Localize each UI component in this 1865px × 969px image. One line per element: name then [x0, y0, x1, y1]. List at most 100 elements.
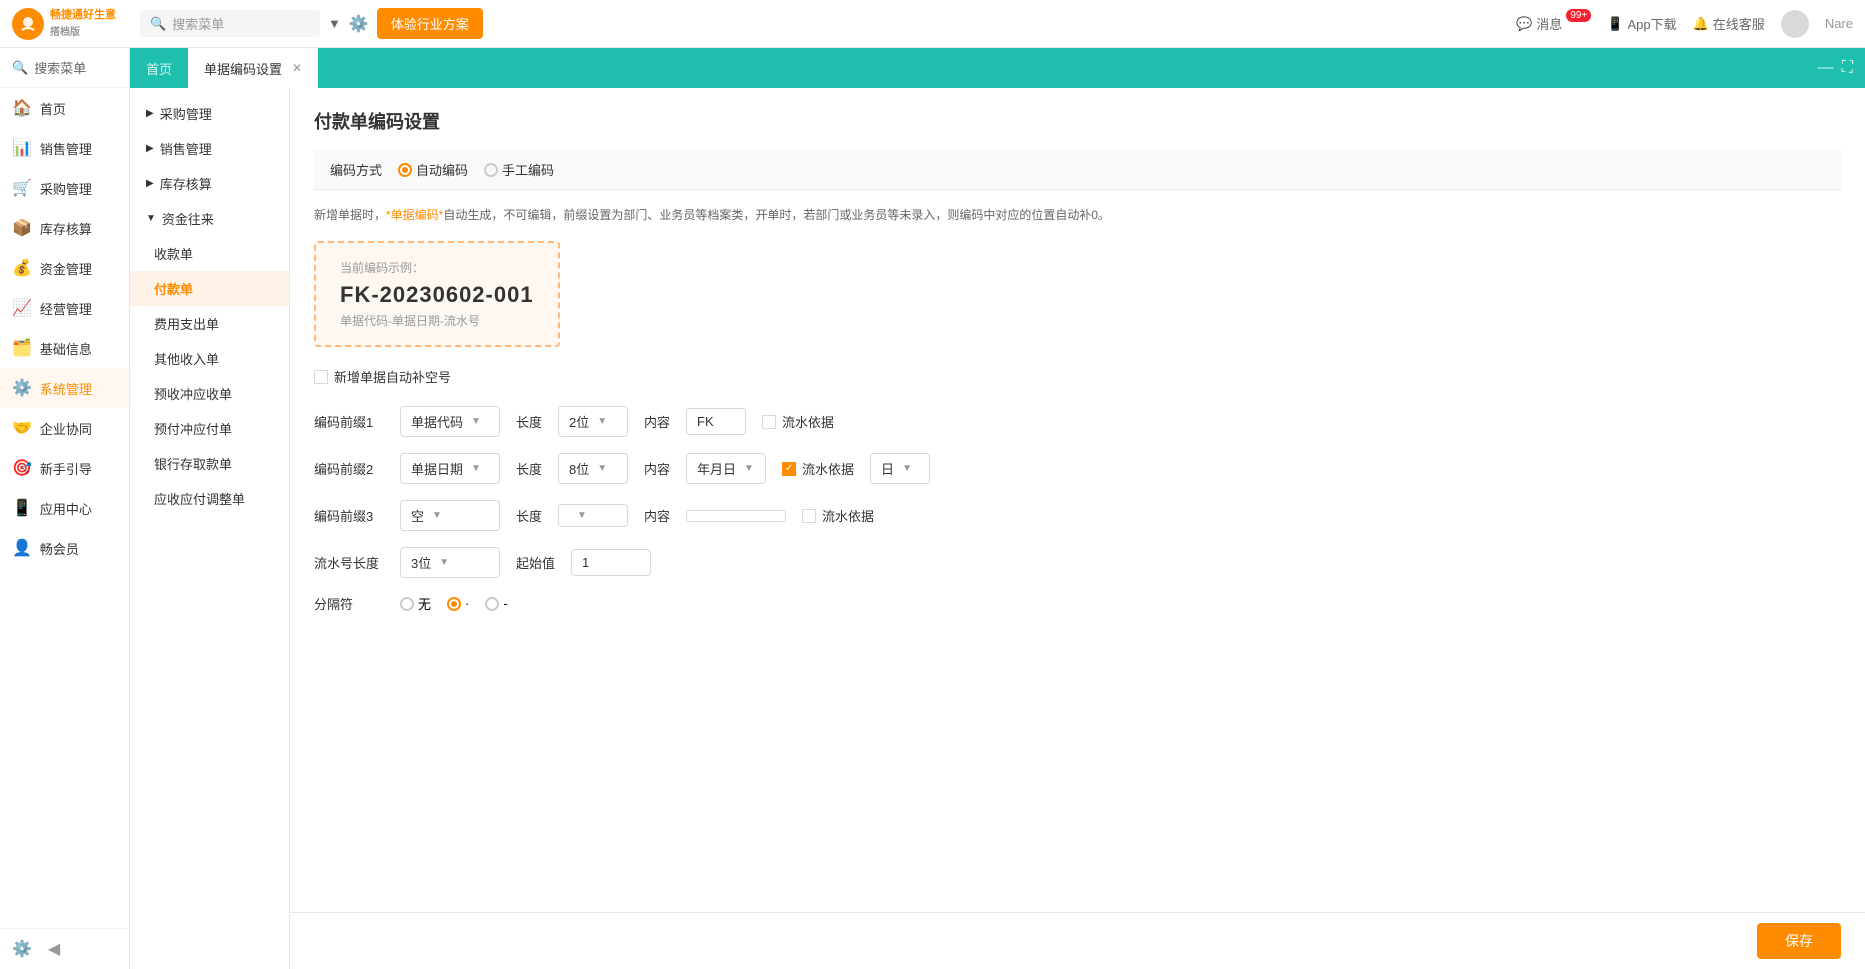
- prefix2-length-select[interactable]: 8位 ▼: [558, 453, 628, 484]
- auto-fill-checkbox[interactable]: [314, 370, 328, 384]
- sidebar-collapse-icon[interactable]: ◀: [48, 939, 60, 959]
- prefix1-length-value: 2位: [569, 412, 589, 431]
- code-preview-value: FK-20230602-001: [340, 282, 534, 308]
- sub-sidebar-sales-group[interactable]: ▶ 销售管理: [130, 131, 289, 166]
- settings-bottom-icon[interactable]: ⚙️: [12, 939, 32, 959]
- page-title: 付款单编码设置: [314, 108, 1841, 134]
- manual-coding-radio[interactable]: [484, 163, 498, 177]
- sub-sidebar-other-income[interactable]: 其他收入单: [130, 341, 289, 376]
- prefix3-select[interactable]: 空 ▼: [400, 500, 500, 531]
- serial-length-row: 流水号长度 3位 ▼ 起始值: [314, 547, 1841, 578]
- sidebar-operations-label: 经营管理: [40, 299, 92, 318]
- sidebar-member-label: 畅会员: [40, 539, 79, 558]
- sidebar-item-inventory[interactable]: 📦 库存核算: [0, 208, 129, 248]
- prefix1-row: 编码前缀1 单据代码 ▼ 长度 2位 ▼ 内容 FK: [314, 406, 1841, 437]
- sidebar-item-finance[interactable]: 💰 资金管理: [0, 248, 129, 288]
- tab-maximize-icon[interactable]: ⛶: [1842, 59, 1853, 77]
- content-wrapper: ▶ 采购管理 ▶ 销售管理 ▶ 库存核算 ▼ 资金往来 收款单: [130, 88, 1865, 969]
- sidebar-item-newbie[interactable]: 🎯 新手引导: [0, 448, 129, 488]
- sidebar-item-home[interactable]: 🏠 首页: [0, 88, 129, 128]
- sub-sidebar-prepay-receivable[interactable]: 预收冲应收单: [130, 376, 289, 411]
- sub-sidebar-expense-label: 费用支出单: [154, 314, 219, 333]
- separator-dot-radio[interactable]: [447, 597, 461, 611]
- prefix2-content-select[interactable]: 年月日 ▼: [686, 453, 766, 484]
- prefix1-selected: 单据代码: [411, 412, 463, 431]
- sidebar-item-operations[interactable]: 📈 经营管理: [0, 288, 129, 328]
- tab-coding[interactable]: 单据编码设置 ✕: [188, 48, 318, 88]
- tab-home[interactable]: 首页: [130, 48, 188, 88]
- separator-none-option[interactable]: 无: [400, 594, 431, 613]
- search-icon: 🔍: [150, 16, 166, 32]
- member-icon: 👤: [12, 538, 32, 558]
- sub-sidebar-prepay-payable[interactable]: 预付冲应付单: [130, 411, 289, 446]
- sub-sidebar-capital-group[interactable]: ▼ 资金往来: [130, 201, 289, 236]
- separator-row: 分隔符 无 · -: [314, 594, 1841, 613]
- sub-sidebar-prepay-pay-label: 预付冲应付单: [154, 419, 232, 438]
- sub-sidebar-receivable-payable[interactable]: 应收应付调整单: [130, 481, 289, 516]
- prefix2-unit-arrow: ▼: [902, 463, 912, 474]
- prefix3-serial-checkbox[interactable]: [802, 509, 816, 523]
- topbar-dropdown[interactable]: ▼: [328, 16, 341, 31]
- sub-sidebar-purchase-group[interactable]: ▶ 采购管理: [130, 96, 289, 131]
- prefix3-selected: 空: [411, 506, 424, 525]
- chevron-down-capital: ▼: [146, 213, 156, 224]
- sidebar-enterprise-label: 企业协同: [40, 419, 92, 438]
- settings-icon[interactable]: ⚙️: [349, 14, 369, 34]
- prefix1-content-value: FK: [686, 408, 746, 435]
- prefix1-length-select[interactable]: 2位 ▼: [558, 406, 628, 437]
- prefix2-length-arrow: ▼: [597, 463, 607, 474]
- prefix1-serial-label: 流水依据: [782, 412, 834, 431]
- auto-fill-row: 新增单据自动补空号: [314, 367, 1841, 386]
- info-highlight: *单据编码*: [386, 208, 443, 222]
- separator-dash-option[interactable]: -: [485, 596, 507, 611]
- tab-close-icon[interactable]: ✕: [292, 61, 302, 75]
- sub-sidebar-receipt[interactable]: 收款单: [130, 236, 289, 271]
- online-service-button[interactable]: 🔔 在线客服: [1693, 14, 1765, 33]
- sidebar-item-system[interactable]: ⚙️ 系统管理: [0, 368, 129, 408]
- manual-coding-option[interactable]: 手工编码: [484, 160, 554, 179]
- sidebar-item-enterprise[interactable]: 🤝 企业协同: [0, 408, 129, 448]
- search-placeholder: 搜索菜单: [172, 14, 224, 33]
- prefix3-serial-checkbox-row: 流水依据: [802, 506, 874, 525]
- coding-method-section: 编码方式 自动编码 手工编码: [314, 150, 1841, 190]
- prefix3-row: 编码前缀3 空 ▼ 长度 ▼ 内容: [314, 500, 1841, 531]
- separator-dash-radio[interactable]: [485, 597, 499, 611]
- prefix1-select[interactable]: 单据代码 ▼: [400, 406, 500, 437]
- separator-dash-label: -: [503, 596, 507, 611]
- serial-length-select[interactable]: 3位 ▼: [400, 547, 500, 578]
- prefix2-serial-checkbox[interactable]: ✓: [782, 462, 796, 476]
- prefix3-length-select[interactable]: ▼: [558, 504, 628, 527]
- inventory-icon: 📦: [12, 218, 32, 238]
- sub-sidebar-payment[interactable]: 付款单: [130, 271, 289, 306]
- sub-sidebar-bank-deposit[interactable]: 银行存取款单: [130, 446, 289, 481]
- sidebar-item-member[interactable]: 👤 畅会员: [0, 528, 129, 568]
- prefix1-serial-checkbox[interactable]: [762, 415, 776, 429]
- tab-minimize-icon[interactable]: —: [1818, 59, 1834, 77]
- auto-coding-radio[interactable]: [398, 163, 412, 177]
- chevron-down-icon: ▼: [328, 16, 341, 31]
- save-button[interactable]: 保存: [1757, 923, 1841, 959]
- code-preview-box: 当前编码示例： FK-20230602-001 单据代码-单据日期-流水号: [314, 241, 560, 347]
- prefix1-label: 编码前缀1: [314, 412, 384, 431]
- page-main: 付款单编码设置 编码方式 自动编码 手工编码: [290, 88, 1865, 969]
- sidebar-item-appcenter[interactable]: 📱 应用中心: [0, 488, 129, 528]
- app-logo: 畅捷通好生意 搭档版: [12, 8, 132, 40]
- trial-button[interactable]: 体验行业方案: [377, 8, 483, 39]
- separator-none-radio[interactable]: [400, 597, 414, 611]
- messages-button[interactable]: 💬 消息 99+: [1516, 14, 1591, 33]
- prefix2-serial-unit-select[interactable]: 日 ▼: [870, 453, 930, 484]
- sidebar-search[interactable]: 🔍 搜索菜单: [0, 48, 129, 88]
- app-download-button[interactable]: 📱 App下载: [1607, 14, 1676, 33]
- sidebar-item-purchase[interactable]: 🛒 采购管理: [0, 168, 129, 208]
- topbar-search[interactable]: 🔍 搜索菜单: [140, 10, 320, 37]
- sidebar-item-basic[interactable]: 🗂️ 基础信息: [0, 328, 129, 368]
- user-avatar[interactable]: [1781, 10, 1809, 38]
- start-value-input[interactable]: [571, 549, 651, 576]
- separator-dot-option[interactable]: ·: [447, 596, 469, 611]
- sidebar-item-sales[interactable]: 📊 销售管理: [0, 128, 129, 168]
- prefix2-select[interactable]: 单据日期 ▼: [400, 453, 500, 484]
- sub-sidebar-expense[interactable]: 费用支出单: [130, 306, 289, 341]
- sub-sidebar-inventory-group[interactable]: ▶ 库存核算: [130, 166, 289, 201]
- auto-coding-option[interactable]: 自动编码: [398, 160, 468, 179]
- sidebar-newbie-label: 新手引导: [40, 459, 92, 478]
